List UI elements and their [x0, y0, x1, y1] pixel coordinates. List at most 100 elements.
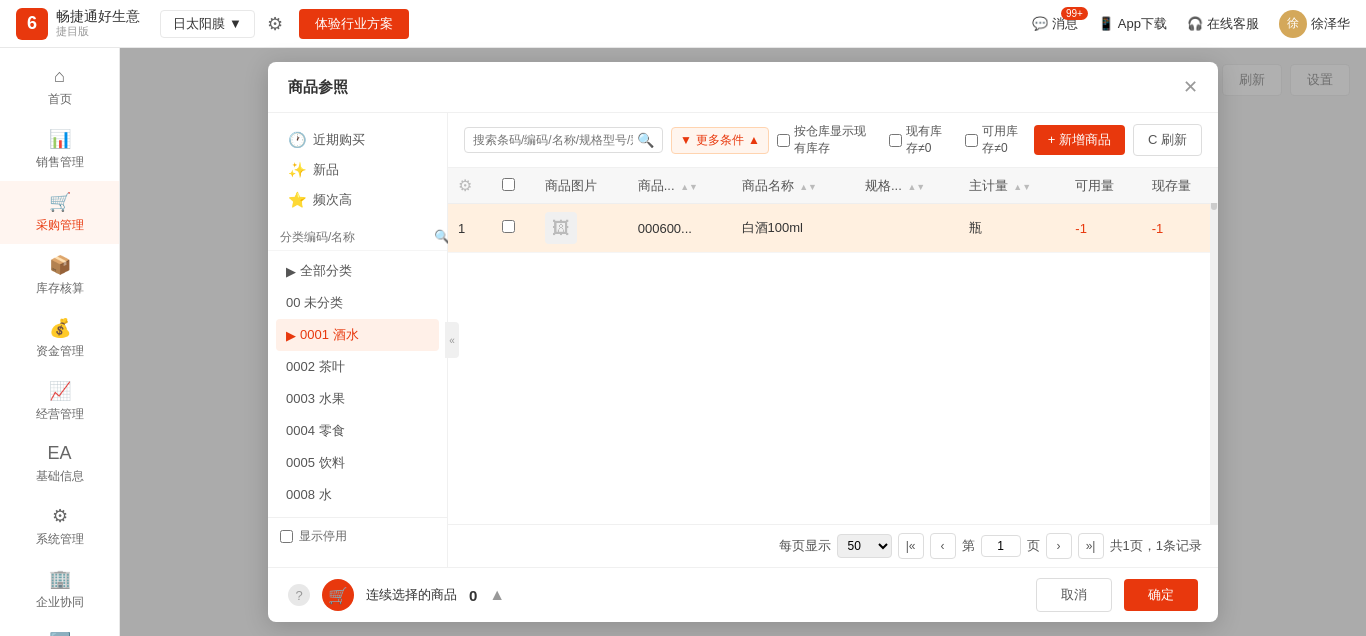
top-navbar: 6 畅捷通好生意 捷目版 日太阳膜 ▼ ⚙ 体验行业方案 💬 消息 99+ 📱 … [0, 0, 1366, 48]
warehouse-checkbox[interactable] [777, 134, 790, 147]
sidebar-item-purchase[interactable]: 🛒 采购管理 [0, 181, 119, 244]
category-0001[interactable]: ▶ 0001 酒水 [276, 319, 439, 351]
page-size-select[interactable]: 50 100 200 [837, 534, 892, 558]
page-next-btn[interactable]: › [1046, 533, 1072, 559]
filter-label: 更多条件 [696, 132, 744, 149]
sidebar-item-basic[interactable]: EA 基础信息 [0, 433, 119, 495]
experience-btn[interactable]: 体验行业方案 [299, 9, 409, 39]
checkbox-available[interactable]: 现有库存≠0 [889, 123, 949, 157]
store-dropdown-icon: ▼ [229, 16, 242, 31]
product-search-icon[interactable]: 🔍 [637, 132, 654, 148]
quick-item-frequent[interactable]: ⭐ 频次高 [280, 185, 435, 215]
enterprise-icon: 🏢 [49, 568, 71, 590]
category-00[interactable]: 00 未分类 [276, 287, 439, 319]
category-0003[interactable]: 0003 水果 [276, 383, 439, 415]
show-disabled-checkbox[interactable] [280, 530, 293, 543]
modal-header: 商品参照 ✕ [268, 62, 1218, 113]
page-last-btn[interactable]: »| [1078, 533, 1104, 559]
modal-left-footer: 显示停用 [268, 517, 447, 555]
quick-frequent-label: 频次高 [313, 191, 352, 209]
checkbox-warehouse[interactable]: 按仓库显示现有库存 [777, 123, 873, 157]
cart-icon-btn[interactable]: 🛒 [322, 579, 354, 611]
left-collapse-btn[interactable]: « [445, 322, 459, 358]
th-spec[interactable]: 规格... ▲▼ [855, 168, 959, 204]
page-number-input[interactable] [981, 535, 1021, 557]
modal-right-panel: 🔍 ▼ 更多条件 ▲ 按仓库显示现有库存 [448, 113, 1218, 567]
help-icon[interactable]: ? [288, 584, 310, 606]
sidebar-item-guide[interactable]: 🆕 新手引导 [0, 621, 119, 636]
settings-col-icon: ⚙ [458, 177, 472, 194]
category-0002-label: 0002 茶叶 [286, 358, 345, 376]
store-selector[interactable]: 日太阳膜 ▼ [160, 10, 255, 38]
sidebar-item-system[interactable]: ⚙ 系统管理 [0, 495, 119, 558]
usable-checkbox[interactable] [965, 134, 978, 147]
app-icon: 📱 [1098, 16, 1114, 31]
page-label2: 页 [1027, 537, 1040, 555]
quick-new-label: 新品 [313, 161, 339, 179]
modal-title: 商品参照 [288, 78, 348, 97]
th-unit[interactable]: 主计量 ▲▼ [959, 168, 1066, 204]
message-badge: 99+ [1061, 7, 1088, 20]
guide-icon: 🆕 [49, 631, 71, 636]
category-0004[interactable]: 0004 零食 [276, 415, 439, 447]
category-all[interactable]: ▶ 全部分类 [276, 255, 439, 287]
category-0002[interactable]: 0002 茶叶 [276, 351, 439, 383]
add-product-btn[interactable]: + 新增商品 [1034, 125, 1125, 155]
page-prev-btn[interactable]: ‹ [930, 533, 956, 559]
sidebar-item-finance[interactable]: 💰 资金管理 [0, 307, 119, 370]
row-name: 白酒100ml [732, 204, 855, 253]
select-all-checkbox[interactable] [502, 178, 515, 191]
quick-items: 🕐 近期购买 ✨ 新品 ⭐ 频次高 [268, 125, 447, 215]
name-sort-icon: ▲▼ [799, 182, 817, 192]
nav-user[interactable]: 徐 徐泽华 [1279, 10, 1350, 38]
modal-footer: ? 🛒 连续选择的商品 0 ▲ 取消 确定 [268, 567, 1218, 622]
sidebar: ⌂ 首页 📊 销售管理 🛒 采购管理 📦 库存核算 💰 资金管理 📈 经营管理 … [0, 48, 120, 636]
category-search-input[interactable] [280, 230, 430, 244]
table-row[interactable]: 1 🖼 000600... 白酒100ml 瓶 [448, 204, 1218, 253]
cancel-btn[interactable]: 取消 [1036, 578, 1112, 612]
quick-recent-label: 近期购买 [313, 131, 365, 149]
settings-icon[interactable]: ⚙ [267, 13, 283, 35]
checkbox-usable[interactable]: 可用库存≠0 [965, 123, 1025, 157]
store-name: 日太阳膜 [173, 15, 225, 33]
category-00-label: 00 未分类 [286, 294, 343, 312]
th-code[interactable]: 商品... ▲▼ [628, 168, 732, 204]
category-0008[interactable]: 0008 水 [276, 479, 439, 511]
service-label: 在线客服 [1207, 15, 1259, 33]
sidebar-item-enterprise[interactable]: 🏢 企业协同 [0, 558, 119, 621]
nav-service[interactable]: 🎧 在线客服 [1187, 15, 1259, 33]
modal-close-button[interactable]: ✕ [1183, 76, 1198, 98]
username: 徐泽华 [1311, 15, 1350, 33]
modal-table-area: ⚙ 商品图片 商品... ▲▼ 商品名称 ▲▼ 规格... ▲▼ 主计量 ▲▼ … [448, 168, 1218, 524]
nav-app-download[interactable]: 📱 App下载 [1098, 15, 1167, 33]
operation-icon: 📈 [49, 380, 71, 402]
nav-message[interactable]: 💬 消息 99+ [1032, 15, 1078, 33]
sidebar-item-sales[interactable]: 📊 销售管理 [0, 118, 119, 181]
product-search-input[interactable] [473, 133, 633, 147]
content-area: 查询 刷新 设置 商品参照 ✕ « 🕐 [120, 48, 1366, 636]
row-checkbox[interactable] [502, 220, 515, 233]
brand-name: 畅捷通好生意 [56, 8, 140, 25]
footer-collapse-icon[interactable]: ▲ [489, 586, 505, 604]
page-first-btn[interactable]: |« [898, 533, 924, 559]
sidebar-item-operation[interactable]: 📈 经营管理 [0, 370, 119, 433]
th-settings[interactable]: ⚙ [448, 168, 492, 204]
filter-btn[interactable]: ▼ 更多条件 ▲ [671, 127, 769, 154]
confirm-btn[interactable]: 确定 [1124, 579, 1198, 611]
modal-left-panel: « 🕐 近期购买 ✨ 新品 ⭐ [268, 113, 448, 567]
th-name[interactable]: 商品名称 ▲▼ [732, 168, 855, 204]
finance-icon: 💰 [49, 317, 71, 339]
sidebar-finance-label: 资金管理 [36, 343, 84, 360]
sidebar-item-inventory[interactable]: 📦 库存核算 [0, 244, 119, 307]
category-0005[interactable]: 0005 饮料 [276, 447, 439, 479]
refresh-btn[interactable]: C 刷新 [1133, 124, 1202, 156]
sidebar-basic-label: 基础信息 [36, 468, 84, 485]
quick-item-new[interactable]: ✨ 新品 [280, 155, 435, 185]
quick-item-recent[interactable]: 🕐 近期购买 [280, 125, 435, 155]
category-all-label: 全部分类 [300, 262, 352, 280]
product-search-box: 🔍 [464, 127, 663, 153]
table-scrollbar[interactable] [1210, 168, 1218, 524]
th-available: 可用量 [1065, 168, 1141, 204]
sidebar-item-home[interactable]: ⌂ 首页 [0, 56, 119, 118]
available-checkbox[interactable] [889, 134, 902, 147]
